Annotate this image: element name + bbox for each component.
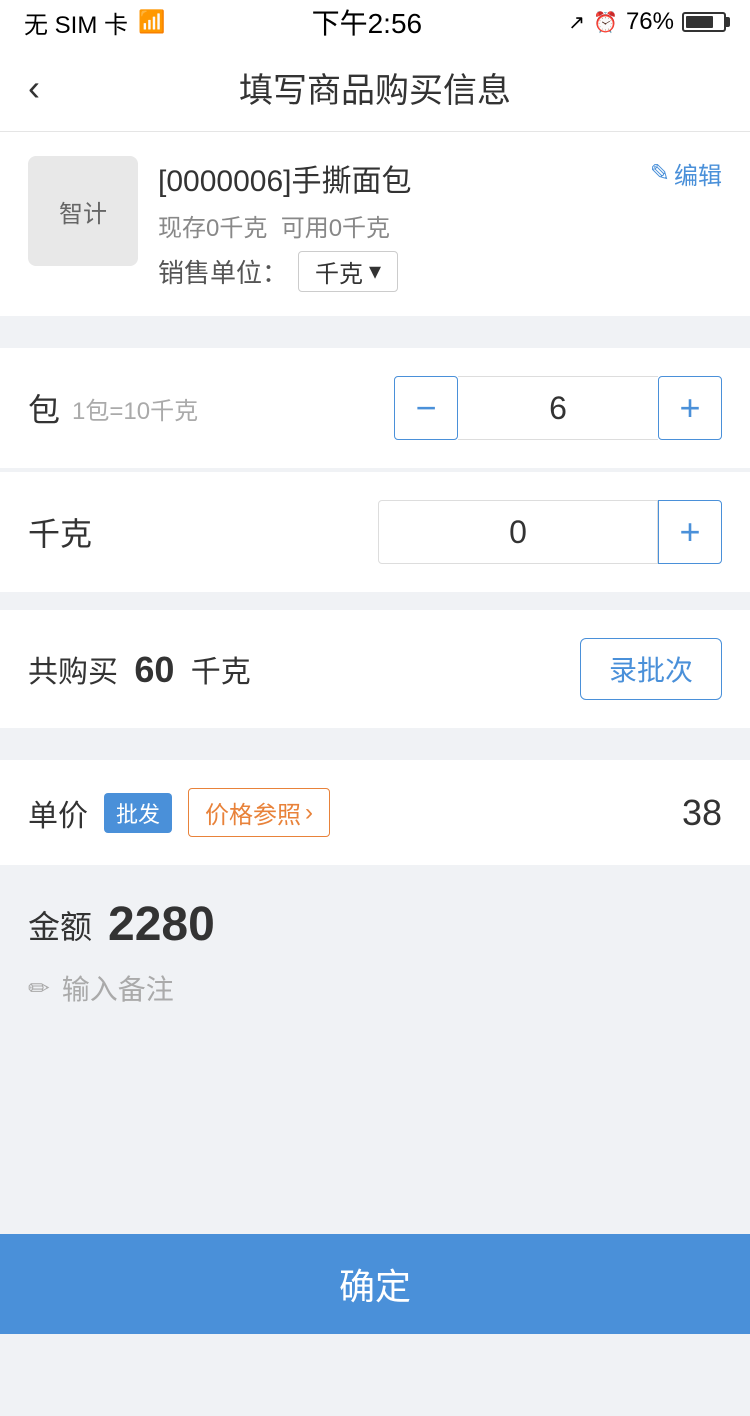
bag-decrement-button[interactable]: − xyxy=(394,376,458,440)
divider-1 xyxy=(0,332,750,348)
edit-icon: ✎ xyxy=(650,159,670,188)
unit-value: 千克 xyxy=(315,254,363,289)
kg-increment-button[interactable]: + xyxy=(658,500,722,564)
battery-icon xyxy=(682,12,726,32)
note-row[interactable]: ✏ 输入备注 xyxy=(28,968,722,1008)
product-logo-text: 智计 xyxy=(59,194,107,229)
price-value: 38 xyxy=(682,792,722,834)
kg-quantity-input[interactable] xyxy=(378,500,658,564)
price-ref-arrow-icon: › xyxy=(305,799,313,827)
edit-label: 编辑 xyxy=(674,156,722,191)
status-time: 下午2:56 xyxy=(312,2,423,42)
note-placeholder: 输入备注 xyxy=(62,968,174,1008)
quantity-bag-row: 包 1包=10千克 − + xyxy=(28,376,722,440)
background-filler xyxy=(0,1036,750,1416)
unit-label: 销售单位： xyxy=(158,253,288,290)
total-amount: 60 xyxy=(134,649,174,690)
carrier-label: 无 SIM 卡 xyxy=(24,5,128,40)
product-info: [0000006]手撕面包 ✎ 编辑 现存0千克 可用0千克 销售单位： 千克 … xyxy=(158,156,722,292)
product-card: 智计 [0000006]手撕面包 ✎ 编辑 现存0千克 可用0千克 销售单位： … xyxy=(0,132,750,316)
total-section: 共购买 60 千克 录批次 xyxy=(0,610,750,728)
dropdown-arrow-icon: ▾ xyxy=(369,257,381,286)
price-reference-button[interactable]: 价格参照 › xyxy=(188,788,330,837)
status-bar: 无 SIM 卡 📶 下午2:56 ↗ ⏰ 76% xyxy=(0,0,750,44)
bag-quantity-input[interactable] xyxy=(458,376,658,440)
confirm-button[interactable]: 确定 xyxy=(339,1258,411,1310)
price-ref-label: 价格参照 xyxy=(205,795,301,830)
amount-label: 金额 xyxy=(28,902,92,948)
battery-label: 76% xyxy=(626,8,674,36)
status-left: 无 SIM 卡 📶 xyxy=(24,5,165,40)
bag-hint: 1包=10千克 xyxy=(72,391,198,426)
kg-quantity-control: + xyxy=(378,500,722,564)
price-row: 单价 批发 价格参照 › 38 xyxy=(28,788,722,837)
status-right: ↗ ⏰ 76% xyxy=(568,8,726,36)
product-thumbnail: 智计 xyxy=(28,156,138,266)
alarm-icon: ⏰ xyxy=(593,10,618,35)
batch-button[interactable]: 录批次 xyxy=(580,638,722,700)
wifi-icon: 📶 xyxy=(138,9,165,35)
pencil-icon: ✏ xyxy=(28,973,50,1004)
quantity-bag-section: 包 1包=10千克 − + xyxy=(0,348,750,468)
product-unit-row: 销售单位： 千克 ▾ xyxy=(158,251,722,292)
bag-increment-button[interactable]: + xyxy=(658,376,722,440)
product-stock: 现存0千克 可用0千克 xyxy=(158,208,722,243)
nav-bar: ‹ 填写商品购买信息 xyxy=(0,44,750,132)
price-type-tag: 批发 xyxy=(104,793,172,833)
page-title: 填写商品购买信息 xyxy=(239,63,511,112)
amount-value: 2280 xyxy=(108,897,215,952)
quantity-kg-section: 千克 + xyxy=(0,472,750,592)
divider-3 xyxy=(0,594,750,610)
product-name: [0000006]手撕面包 xyxy=(158,156,411,200)
price-section: 单价 批发 价格参照 › 38 xyxy=(0,760,750,865)
amount-section: 金额 2280 ✏ 输入备注 xyxy=(0,869,750,1036)
price-label: 单价 xyxy=(28,791,88,835)
total-text: 共购买 60 千克 xyxy=(28,647,251,691)
kg-label: 千克 xyxy=(28,509,92,555)
divider-4 xyxy=(0,744,750,760)
product-top-row: [0000006]手撕面包 ✎ 编辑 xyxy=(158,156,722,208)
bag-label: 包 1包=10千克 xyxy=(28,385,198,431)
amount-row: 金额 2280 xyxy=(28,897,722,952)
unit-select[interactable]: 千克 ▾ xyxy=(298,251,398,292)
location-icon: ↗ xyxy=(568,10,585,35)
edit-button[interactable]: ✎ 编辑 xyxy=(650,156,722,191)
quantity-kg-row: 千克 + xyxy=(28,500,722,564)
bag-quantity-control: − + xyxy=(394,376,722,440)
back-button[interactable]: ‹ xyxy=(28,67,40,109)
footer[interactable]: 确定 xyxy=(0,1234,750,1334)
